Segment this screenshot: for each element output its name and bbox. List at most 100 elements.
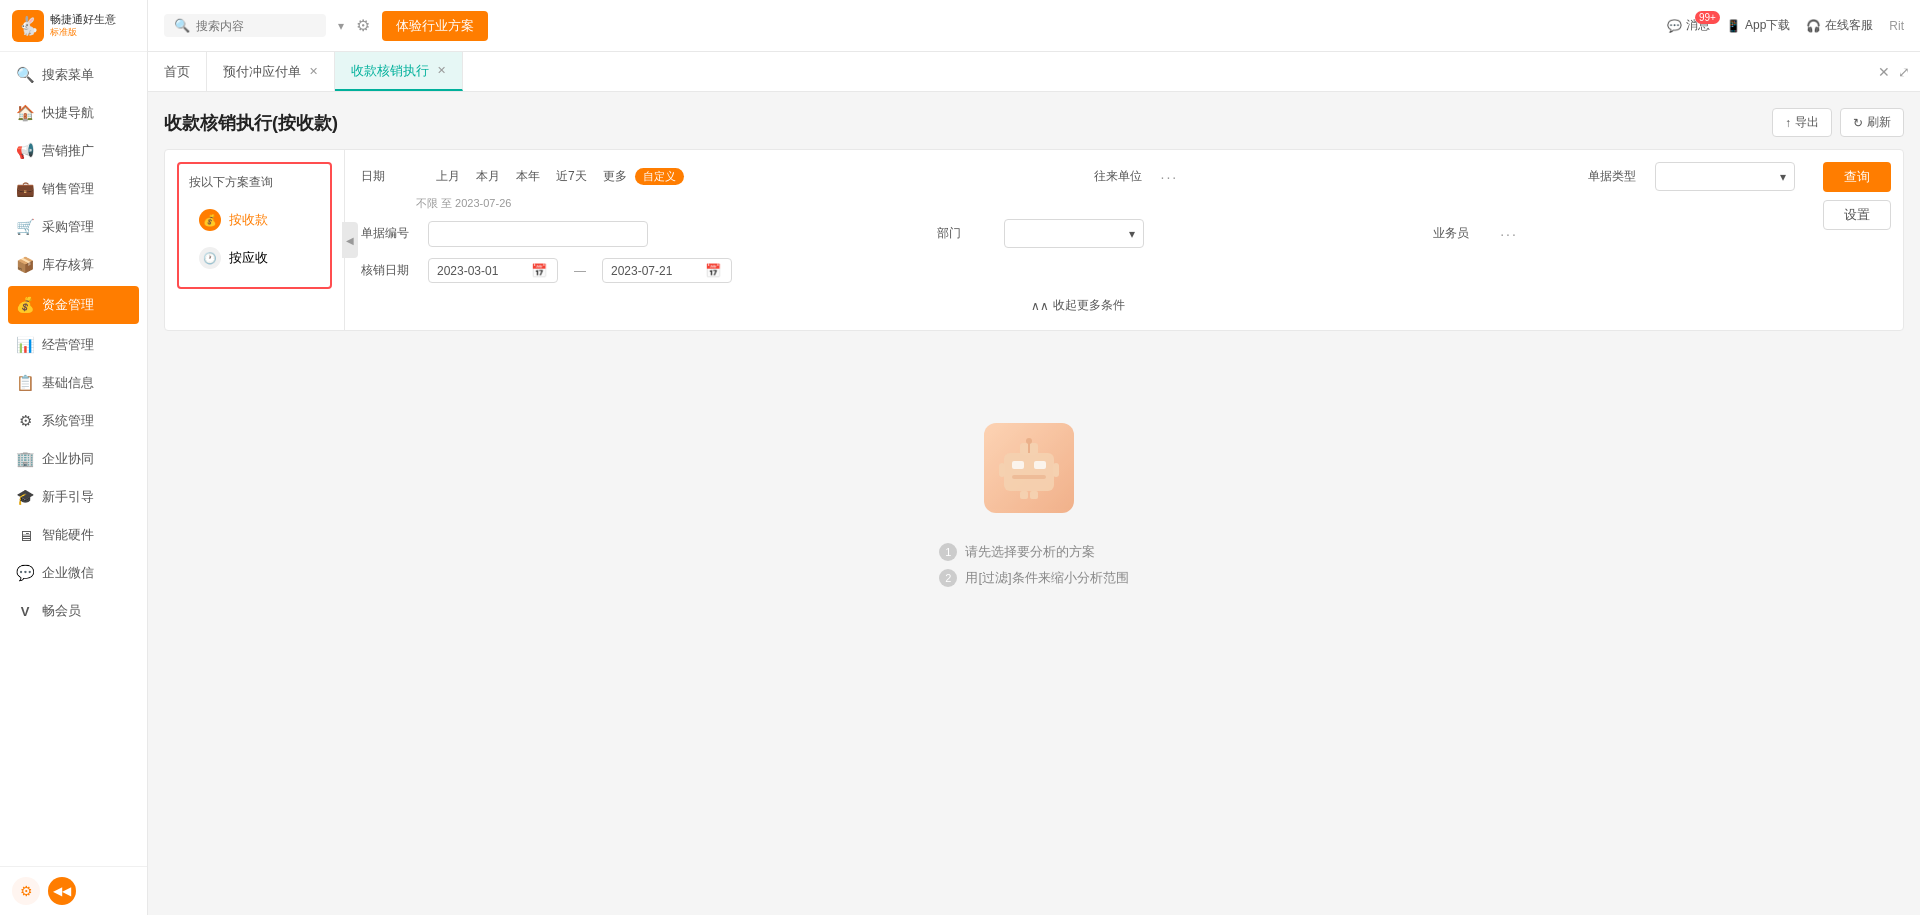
app-label: App下载 [1745, 17, 1790, 34]
tab-prepay[interactable]: 预付冲应付单 ✕ [207, 52, 335, 91]
topbar-search-box[interactable]: 🔍 [164, 14, 326, 37]
doc-type-select[interactable]: ▾ [1655, 162, 1795, 191]
svg-rect-3 [1012, 475, 1046, 479]
counterparty-dots: ··· [1161, 169, 1179, 185]
sidebar-item-enterprise[interactable]: 🏢 企业协同 [0, 440, 147, 478]
sidebar-item-shortcut[interactable]: 🏠 快捷导航 [0, 94, 147, 132]
gear-icon[interactable]: ⚙ [356, 16, 370, 35]
settings-icon[interactable]: ⚙ [12, 877, 40, 905]
panel-collapse-arrow[interactable]: ◀ [342, 222, 358, 258]
solution-button[interactable]: 体验行业方案 [382, 11, 488, 41]
date-this-month[interactable]: 本月 [468, 166, 508, 187]
tab-receipt-close-icon[interactable]: ✕ [437, 64, 446, 77]
doc-number-label: 单据编号 [361, 225, 416, 242]
sidebar-item-label: 快捷导航 [42, 104, 94, 122]
search-input[interactable] [196, 19, 316, 33]
date-label: 日期 [361, 168, 416, 185]
tabbar: 首页 预付冲应付单 ✕ 收款核销执行 ✕ ✕ ⤢ [148, 52, 1920, 92]
query-by-receipt[interactable]: 💰 按收款 [189, 201, 320, 239]
sidebar-item-operation[interactable]: 📊 经营管理 [0, 326, 147, 364]
dept-select[interactable]: ▾ [1004, 219, 1144, 248]
date-7days[interactable]: 近7天 [548, 166, 595, 187]
tab-home[interactable]: 首页 [148, 52, 207, 91]
svg-rect-5 [1053, 463, 1059, 477]
date-this-year[interactable]: 本年 [508, 166, 548, 187]
sidebar-item-marketing[interactable]: 📢 营销推广 [0, 132, 147, 170]
page-content: 收款核销执行(按收款) ↑ 导出 ↻ 刷新 按以下方案查询 💰 [148, 92, 1920, 915]
sidebar-item-finance[interactable]: 💰 资金管理 [8, 286, 139, 324]
sidebar-item-wechat[interactable]: 💬 企业微信 [0, 554, 147, 592]
writeoff-date-label: 核销日期 [361, 262, 416, 279]
sidebar: 🐇 畅捷通好生意 标准版 🔍 搜索菜单 🏠 快捷导航 📢 营销推广 💼 销售管理… [0, 0, 148, 915]
refresh-label: 刷新 [1867, 114, 1891, 131]
app-download-button[interactable]: 📱 App下载 [1726, 17, 1790, 34]
topbar: 🔍 ▾ ⚙ 体验行业方案 💬 消息 99+ 📱 App下载 🎧 在线客服 Rit [148, 0, 1920, 52]
inventory-icon: 📦 [16, 256, 34, 274]
close-window-icon[interactable]: ✕ [1878, 64, 1890, 80]
date-last-month[interactable]: 上月 [428, 166, 468, 187]
tab-prepay-close-icon[interactable]: ✕ [309, 65, 318, 78]
svg-rect-7 [1030, 491, 1038, 499]
system-icon: ⚙ [16, 412, 34, 430]
date-options: 上月 本月 本年 近7天 更多 自定义 [428, 166, 684, 187]
sidebar-item-label: 系统管理 [42, 412, 94, 430]
logo-line2: 标准版 [50, 26, 116, 39]
calendar-from-icon[interactable]: 📅 [531, 263, 547, 278]
calendar-to-icon[interactable]: 📅 [705, 263, 721, 278]
empty-tip-2: 2 用[过滤]条件来缩小分析范围 [939, 569, 1128, 587]
sidebar-item-inventory[interactable]: 📦 库存核算 [0, 246, 147, 284]
sidebar-item-search[interactable]: 🔍 搜索菜单 [0, 56, 147, 94]
message-button[interactable]: 💬 消息 99+ [1667, 17, 1710, 34]
sidebar-item-basic[interactable]: 📋 基础信息 [0, 364, 147, 402]
topbar-actions: 💬 消息 99+ 📱 App下载 🎧 在线客服 Rit [1667, 17, 1904, 34]
sidebar-item-purchase[interactable]: 🛒 采购管理 [0, 208, 147, 246]
empty-robot-icon [984, 423, 1074, 513]
empty-tip-1: 1 请先选择要分析的方案 [939, 543, 1128, 561]
sidebar-item-sales[interactable]: 💼 销售管理 [0, 170, 147, 208]
member-icon: V [16, 602, 34, 620]
writeoff-date-from[interactable]: 📅 [428, 258, 558, 283]
svg-rect-4 [999, 463, 1005, 477]
dropdown-chevron-icon[interactable]: ▾ [338, 19, 344, 33]
sidebar-item-member[interactable]: V 畅会员 [0, 592, 147, 630]
sidebar-item-hardware[interactable]: 🖥 智能硬件 [0, 516, 147, 554]
online-service-button[interactable]: 🎧 在线客服 [1806, 17, 1873, 34]
refresh-button[interactable]: ↻ 刷新 [1840, 108, 1904, 137]
sidebar-item-label: 营销推广 [42, 142, 94, 160]
writeoff-to-input[interactable] [611, 264, 701, 278]
sidebar-item-system[interactable]: ⚙ 系统管理 [0, 402, 147, 440]
logo-emoji: 🐇 [17, 15, 39, 37]
date-custom-tag[interactable]: 自定义 [635, 168, 684, 185]
writeoff-from-input[interactable] [437, 264, 527, 278]
doc-number-input[interactable] [428, 221, 648, 247]
home-icon: 🏠 [16, 104, 34, 122]
writeoff-date-to[interactable]: 📅 [602, 258, 732, 283]
expand-icon[interactable]: ⤢ [1898, 64, 1910, 80]
tab-end-icons: ✕ ⤢ [1878, 64, 1920, 80]
sidebar-item-label: 畅会员 [42, 602, 81, 620]
setting-button[interactable]: 设置 [1823, 200, 1891, 230]
wechat-icon: 💬 [16, 564, 34, 582]
tab-receipt[interactable]: 收款核销执行 ✕ [335, 52, 463, 91]
query-button[interactable]: 查询 [1823, 162, 1891, 192]
page-header: 收款核销执行(按收款) ↑ 导出 ↻ 刷新 [164, 108, 1904, 137]
hardware-icon: 🖥 [16, 526, 34, 544]
operation-icon: 📊 [16, 336, 34, 354]
query-by-receivable[interactable]: 🕐 按应收 [189, 239, 320, 277]
receipt-icon: 💰 [199, 209, 221, 231]
sidebar-collapse-button[interactable]: ◀◀ [48, 877, 76, 905]
collapse-more-button[interactable]: ∧∧ 收起更多条件 [1021, 293, 1135, 318]
user-label[interactable]: Rit [1889, 19, 1904, 33]
sidebar-item-guide[interactable]: 🎓 新手引导 [0, 478, 147, 516]
by-receipt-label: 按收款 [229, 211, 268, 229]
service-icon: 🎧 [1806, 19, 1821, 33]
doc-type-chevron-icon: ▾ [1780, 170, 1786, 184]
date-more[interactable]: 更多 [595, 166, 635, 187]
query-type-title: 按以下方案查询 [189, 174, 320, 191]
export-button[interactable]: ↑ 导出 [1772, 108, 1832, 137]
tab-prepay-label: 预付冲应付单 [223, 63, 301, 81]
svg-rect-1 [1012, 461, 1024, 469]
sidebar-item-label: 库存核算 [42, 256, 94, 274]
date-range-text: 不限 至 2023-07-26 [416, 197, 511, 209]
page-title: 收款核销执行(按收款) [164, 111, 338, 135]
